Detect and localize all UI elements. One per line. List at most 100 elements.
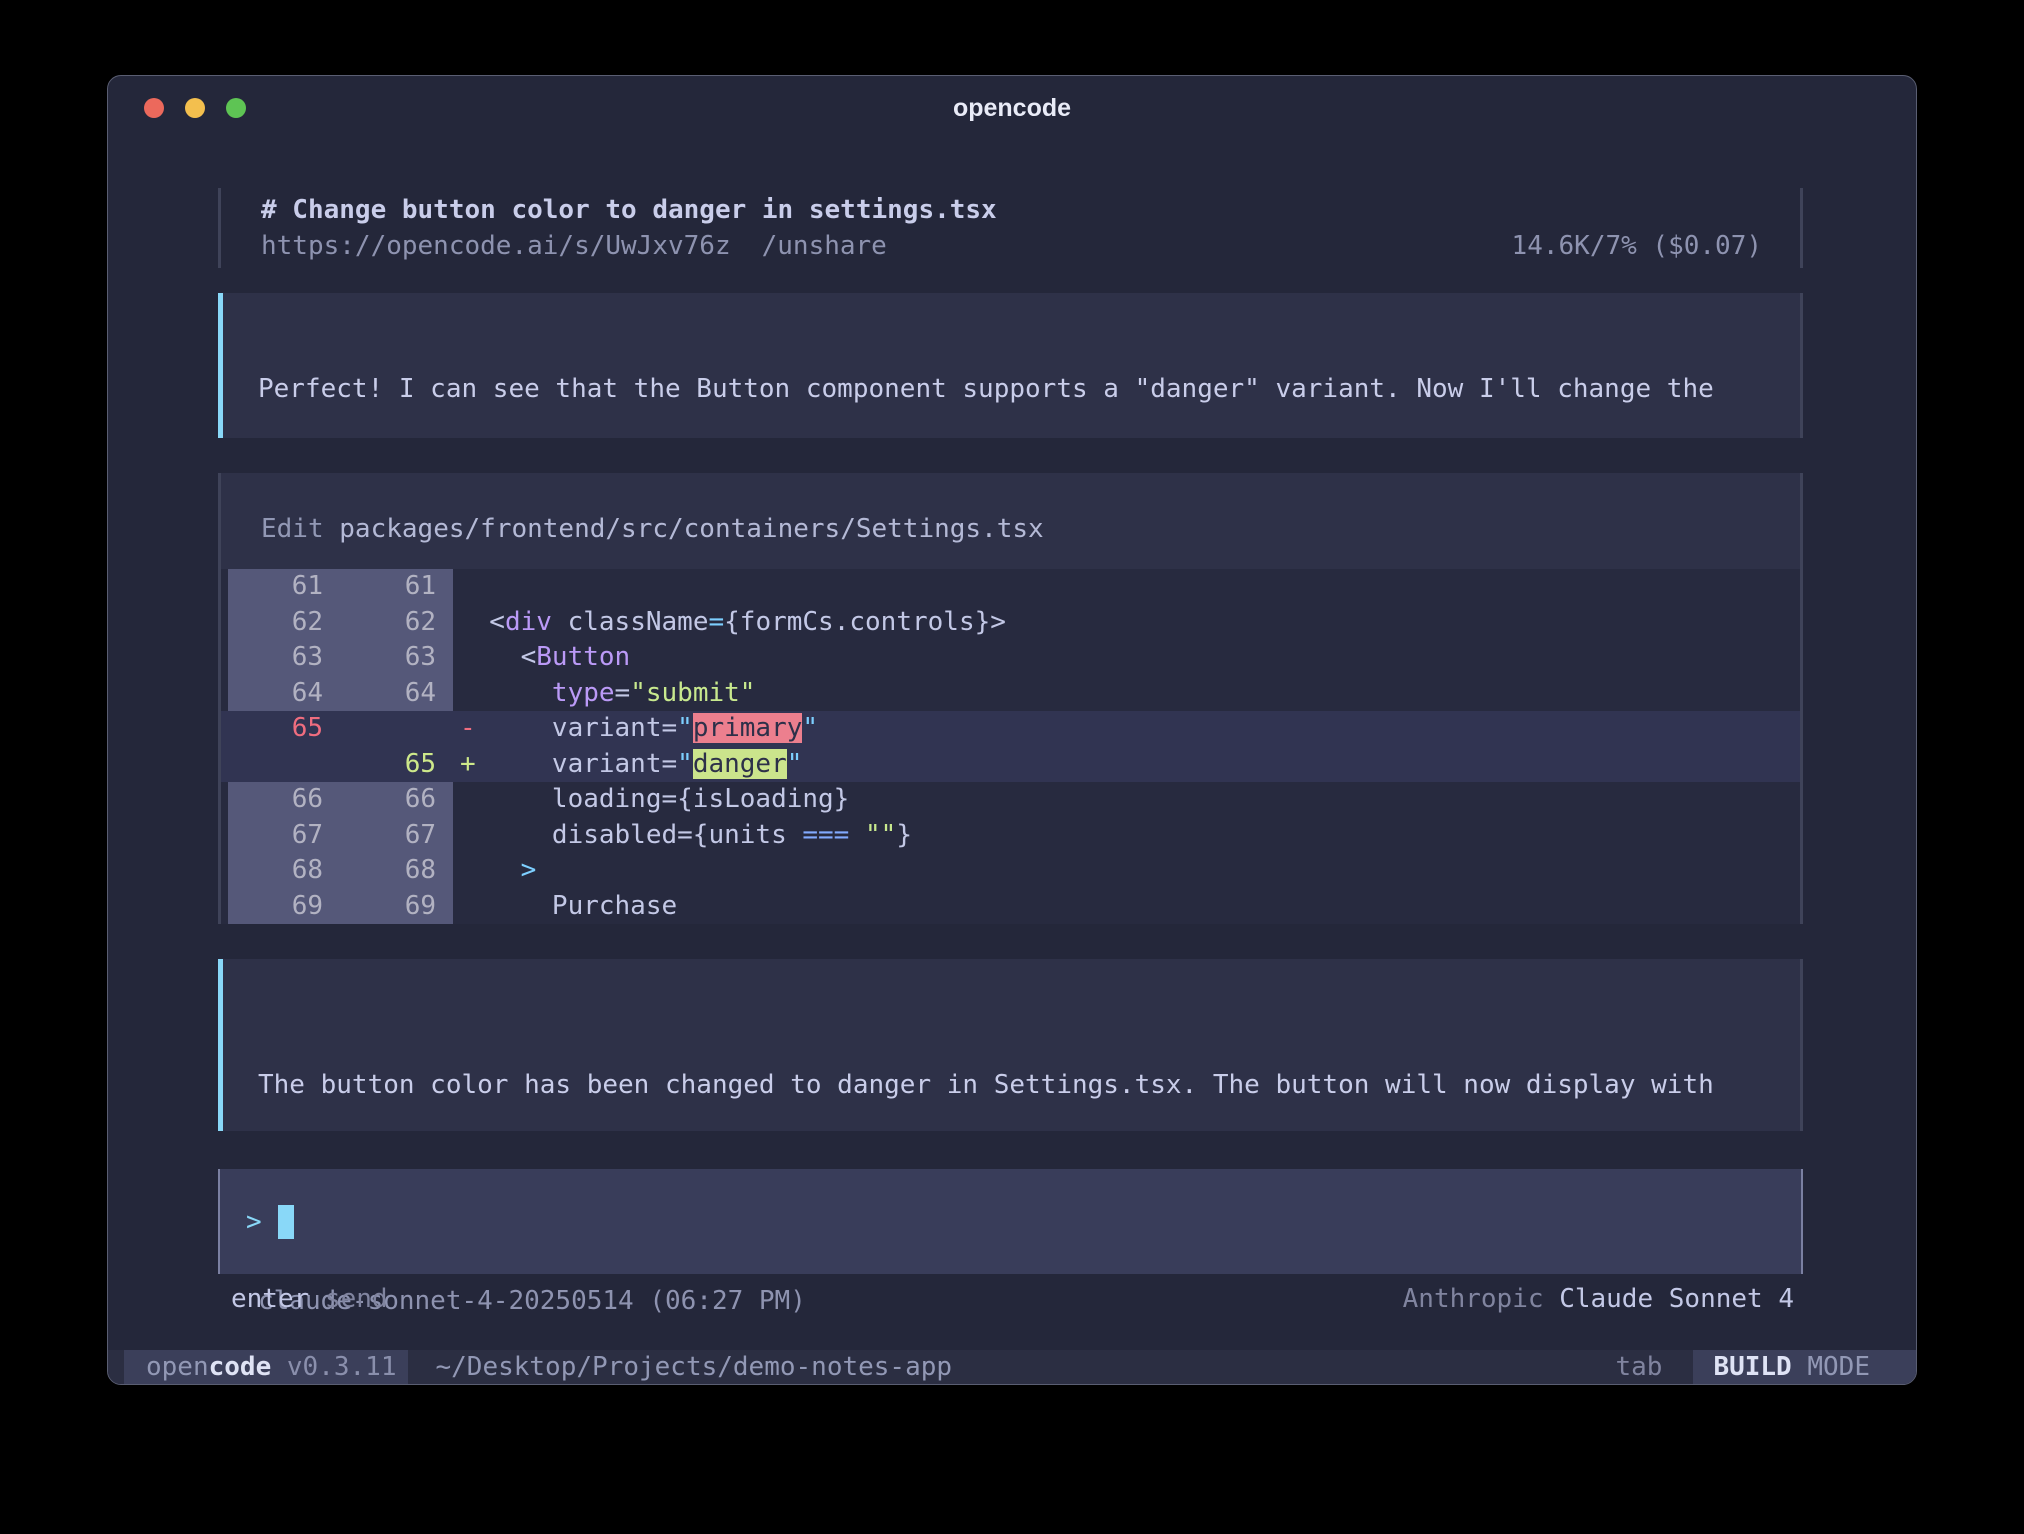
diff-code-line: <Button xyxy=(453,640,1800,676)
tab-key-hint: tab xyxy=(1615,1352,1662,1382)
diff-row: 6868 > xyxy=(221,853,1800,889)
code-token: "submit" xyxy=(630,678,755,708)
code-token: primary xyxy=(693,713,803,743)
old-line-number: 67 xyxy=(228,818,323,854)
diff-line-numbers: 6161 xyxy=(228,569,453,605)
diff-code-line: loading={isLoading} xyxy=(453,782,1800,818)
diff-line-numbers: 6464 xyxy=(228,676,453,712)
diff-row: 6666 loading={isLoading} xyxy=(221,782,1800,818)
terminal-window: opencode # Change button color to danger… xyxy=(107,75,1917,1385)
diff-row: 6767 disabled={units === ""} xyxy=(221,818,1800,854)
edit-tool-header: Edit packages/frontend/src/containers/Se… xyxy=(221,473,1800,569)
added-marker: + xyxy=(460,747,476,783)
code-token: disabled={units xyxy=(458,820,802,850)
code-token: } xyxy=(896,820,912,850)
diff-row: 6262 <div className={formCs.controls}> xyxy=(221,605,1800,641)
model-indicator: Anthropic Claude Sonnet 4 xyxy=(1403,1281,1794,1317)
old-line-number: 61 xyxy=(228,569,323,605)
code-token: type xyxy=(552,678,615,708)
new-line-number: 61 xyxy=(323,569,436,605)
code-token: variant= xyxy=(458,713,677,743)
code-token: " xyxy=(802,713,818,743)
old-line-number: 62 xyxy=(228,605,323,641)
diff-row: 65- variant="primary" xyxy=(221,711,1800,747)
edited-file-path: packages/frontend/src/containers/Setting… xyxy=(339,514,1043,544)
new-line-number xyxy=(323,711,436,747)
message-line: Perfect! I can see that the Button compo… xyxy=(258,371,1800,407)
new-line-number: 62 xyxy=(323,605,436,641)
diff-line-numbers: 6969 xyxy=(228,889,453,925)
session-header: # Change button color to danger in setti… xyxy=(218,188,1803,268)
diff-line-numbers: 6666 xyxy=(228,782,453,818)
tool-name: Edit xyxy=(261,514,339,544)
code-token: loading={isLoading} xyxy=(458,784,849,814)
app-name-open: open xyxy=(146,1352,209,1382)
new-line-number: 68 xyxy=(323,853,436,889)
screen: { "window": { "title": "opencode" }, "he… xyxy=(0,0,2024,1534)
new-line-number: 64 xyxy=(323,676,436,712)
send-label: send xyxy=(309,1284,387,1314)
diff-code-line: type="submit" xyxy=(453,676,1800,712)
diff-line-numbers: 6363 xyxy=(228,640,453,676)
unshare-command[interactable]: /unshare xyxy=(762,231,887,261)
app-version: v0.3.11 xyxy=(271,1352,396,1382)
old-line-number: 64 xyxy=(228,676,323,712)
code-token: < xyxy=(458,607,505,637)
new-line-number: 63 xyxy=(323,640,436,676)
mode-suffix: MODE xyxy=(1792,1352,1870,1382)
code-token: > xyxy=(521,855,537,885)
code-token: className xyxy=(552,607,709,637)
mode-name: BUILD xyxy=(1713,1352,1791,1382)
code-token: = xyxy=(615,678,631,708)
zoom-button[interactable] xyxy=(226,98,246,118)
assistant-message: Perfect! I can see that the Button compo… xyxy=(218,293,1803,438)
prompt-symbol: > xyxy=(246,1207,262,1237)
prompt-input[interactable]: > xyxy=(218,1169,1803,1274)
diff-row: 65 + variant="danger" xyxy=(221,747,1800,783)
removed-marker: - xyxy=(460,711,476,747)
share-url[interactable]: https://opencode.ai/s/UwJxv76z xyxy=(261,231,731,261)
diff-line-numbers: 6262 xyxy=(228,605,453,641)
code-token: = xyxy=(708,607,724,637)
close-button[interactable] xyxy=(144,98,164,118)
diff-code-line: > xyxy=(453,853,1800,889)
diff-row: 6161 xyxy=(221,569,1800,605)
diff-line-numbers: 6868 xyxy=(228,853,453,889)
new-line-number: 67 xyxy=(323,818,436,854)
new-line-number: 66 xyxy=(323,782,436,818)
window-title: opencode xyxy=(108,76,1916,140)
code-token xyxy=(458,855,521,885)
app-version-chip: opencode v0.3.11 xyxy=(124,1350,408,1384)
text-cursor xyxy=(278,1205,294,1239)
diff-code-line: disabled={units === ""} xyxy=(453,818,1800,854)
old-line-number xyxy=(228,747,323,783)
diff-code-line: Purchase xyxy=(453,889,1800,925)
provider-label: Anthropic xyxy=(1403,1284,1560,1314)
diff-row: 6464 type="submit" xyxy=(221,676,1800,712)
code-token: " xyxy=(677,749,693,779)
code-token xyxy=(458,678,552,708)
diff-code-line: <div className={formCs.controls}> xyxy=(453,605,1800,641)
enter-key-hint: enter xyxy=(231,1284,309,1314)
old-line-number: 65 xyxy=(228,711,323,747)
model-label: Claude Sonnet 4 xyxy=(1559,1284,1794,1314)
app-name-code: code xyxy=(209,1352,272,1382)
diff-code-line: + variant="danger" xyxy=(453,747,1800,783)
old-line-number: 63 xyxy=(228,640,323,676)
new-line-number: 65 xyxy=(323,747,436,783)
context-usage: 14.6K/7% ($0.07) xyxy=(1512,228,1762,264)
diff-view: 61616262 <div className={formCs.controls… xyxy=(221,569,1800,924)
code-token: div xyxy=(505,607,552,637)
diff-code-line: - variant="primary" xyxy=(453,711,1800,747)
session-title: # Change button color to danger in setti… xyxy=(261,192,1762,228)
mode-chip[interactable]: BUILD MODE xyxy=(1693,1350,1916,1384)
status-bar: opencode v0.3.11 ~/Desktop/Projects/demo… xyxy=(108,1350,1916,1384)
code-token: variant= xyxy=(458,749,677,779)
title-bar: opencode xyxy=(108,76,1916,140)
code-token: "" xyxy=(865,820,896,850)
old-line-number: 69 xyxy=(228,889,323,925)
minimize-button[interactable] xyxy=(185,98,205,118)
share-row: https://opencode.ai/s/UwJxv76z/unshare xyxy=(261,228,887,264)
new-line-number: 69 xyxy=(323,889,436,925)
code-token: danger xyxy=(693,749,787,779)
